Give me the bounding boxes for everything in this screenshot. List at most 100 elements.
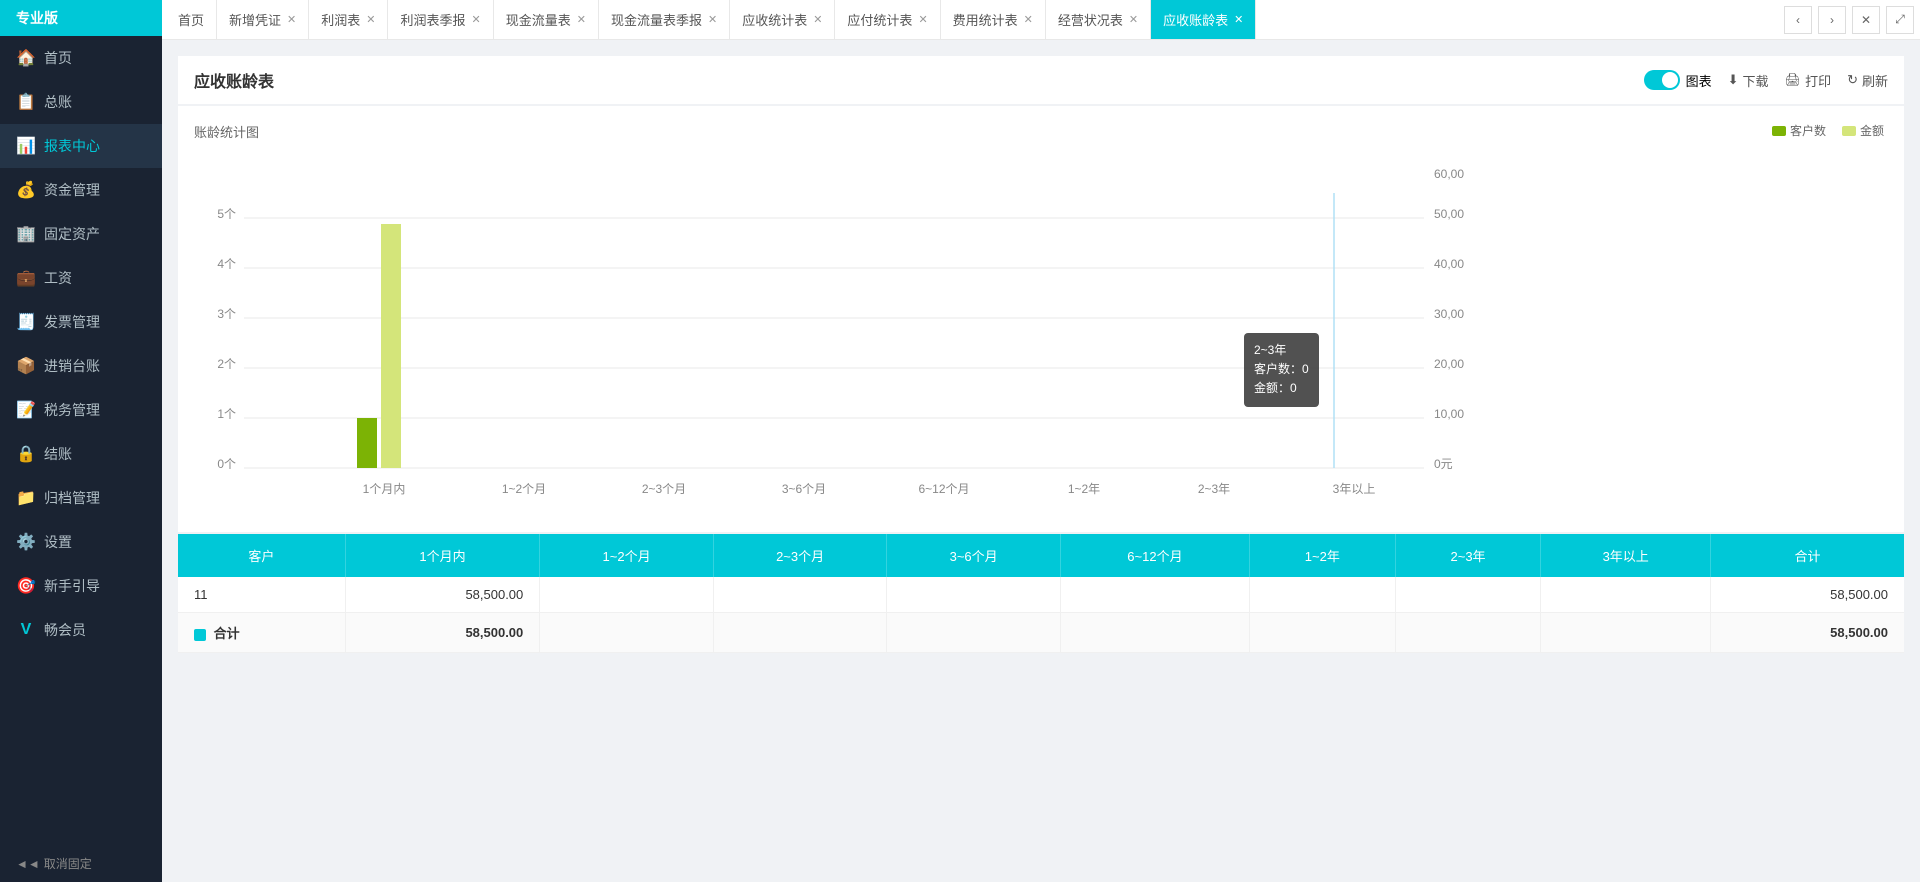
tab-receivable-aging[interactable]: 应收账龄表 ✕ xyxy=(1151,0,1256,40)
sidebar-item-settings[interactable]: ⚙️ 设置 xyxy=(0,520,162,564)
tab-cashflow[interactable]: 现金流量表 ✕ xyxy=(494,0,599,40)
total-month612 xyxy=(1060,613,1249,653)
sidebar-item-guide[interactable]: 🎯 新手引导 xyxy=(0,564,162,608)
tab-expense-stat[interactable]: 费用统计表 ✕ xyxy=(941,0,1046,40)
tab-home[interactable]: 首页 xyxy=(166,0,217,40)
tab-receivable-stat[interactable]: 应收统计表 ✕ xyxy=(730,0,835,40)
sidebar-item-ledger[interactable]: 📋 总账 xyxy=(0,80,162,124)
tab-home-label: 首页 xyxy=(178,10,204,29)
sidebar-item-label: 设置 xyxy=(44,532,72,552)
tab-maximize[interactable]: ⤢ xyxy=(1886,6,1914,34)
sidebar-item-tax[interactable]: 📝 税务管理 xyxy=(0,388,162,432)
tab-profit-quarter-close[interactable]: ✕ xyxy=(472,13,481,26)
sidebar-pin-toggle[interactable]: ◄◄ 取消固定 xyxy=(0,845,162,882)
sidebar-item-funds[interactable]: 💰 资金管理 xyxy=(0,168,162,212)
print-icon: 🖨 xyxy=(1785,72,1802,88)
sidebar-item-salary[interactable]: 💼 工资 xyxy=(0,256,162,300)
closing-icon: 🔒 xyxy=(16,444,36,464)
tab-biz-status-close[interactable]: ✕ xyxy=(1129,13,1138,26)
guide-icon: 🎯 xyxy=(16,576,36,596)
legend-customer: 客户数 xyxy=(1772,122,1826,139)
tab-receivable-aging-label: 应收账龄表 xyxy=(1163,10,1228,29)
sidebar-item-purchase[interactable]: 📦 进销台账 xyxy=(0,344,162,388)
bar-customer-0 xyxy=(357,418,377,468)
chart-toggle-label: 图表 xyxy=(1686,71,1712,90)
svg-text:2个: 2个 xyxy=(217,357,236,371)
svg-text:5个: 5个 xyxy=(217,207,236,221)
tab-nav-prev[interactable]: ‹ xyxy=(1784,6,1812,34)
chart-toggle-switch[interactable] xyxy=(1644,70,1680,90)
sidebar-item-assets[interactable]: 🏢 固定资产 xyxy=(0,212,162,256)
svg-text:0元: 0元 xyxy=(1434,457,1453,471)
col-year23: 2~3年 xyxy=(1395,534,1541,577)
svg-text:1个: 1个 xyxy=(217,407,236,421)
tab-bar: 首页 新增凭证 ✕ 利润表 ✕ 利润表季报 ✕ 现金流量表 ✕ 现金流量表季报 … xyxy=(162,0,1920,40)
tab-receivable-stat-close[interactable]: ✕ xyxy=(813,13,822,26)
sidebar-logo: 专业版 xyxy=(0,0,162,36)
page-content-area: 应收账龄表 图表 ⬇ 下载 🖨 打印 ↻ 刷新 xyxy=(162,40,1920,882)
download-icon: ⬇ xyxy=(1728,72,1739,88)
download-button[interactable]: ⬇ 下载 xyxy=(1728,71,1769,90)
print-button[interactable]: 🖨 打印 xyxy=(1785,71,1832,90)
sidebar-item-closing[interactable]: 🔒 结账 xyxy=(0,432,162,476)
sidebar-item-member[interactable]: V 畅会员 xyxy=(0,608,162,652)
svg-text:4个: 4个 xyxy=(217,257,236,271)
tab-nav-next[interactable]: › xyxy=(1818,6,1846,34)
tab-payable-stat[interactable]: 应付统计表 ✕ xyxy=(835,0,940,40)
col-month612: 6~12个月 xyxy=(1060,534,1249,577)
tab-voucher-close[interactable]: ✕ xyxy=(287,13,296,26)
sidebar-item-label: 资金管理 xyxy=(44,180,100,200)
cell-total: 58,500.00 xyxy=(1711,577,1904,613)
svg-text:1~2年: 1~2年 xyxy=(1068,482,1100,496)
main-content: 首页 新增凭证 ✕ 利润表 ✕ 利润表季报 ✕ 现金流量表 ✕ 现金流量表季报 … xyxy=(162,0,1920,882)
svg-text:1~2个月: 1~2个月 xyxy=(502,482,546,496)
cell-month612 xyxy=(1060,577,1249,613)
total-month23 xyxy=(713,613,887,653)
cell-customer: 11 xyxy=(178,577,345,613)
svg-text:60,000.00元: 60,000.00元 xyxy=(1434,167,1464,181)
cell-year23 xyxy=(1395,577,1541,613)
cell-month12 xyxy=(540,577,714,613)
pin-icon: ◄◄ xyxy=(16,857,40,871)
cell-year3plus xyxy=(1541,577,1711,613)
tab-expense-stat-close[interactable]: ✕ xyxy=(1024,13,1033,26)
page-title: 应收账龄表 xyxy=(194,68,274,92)
svg-text:30,000.00元: 30,000.00元 xyxy=(1434,307,1464,321)
tab-cashflow-label: 现金流量表 xyxy=(506,10,571,29)
tab-cashflow-close[interactable]: ✕ xyxy=(577,13,586,26)
total-year12 xyxy=(1249,613,1395,653)
table-header-row: 客户 1个月内 1~2个月 2~3个月 3~6个月 6~12个月 1~2年 2~… xyxy=(178,534,1904,577)
tab-voucher[interactable]: 新增凭证 ✕ xyxy=(217,0,309,40)
sidebar-item-label: 总账 xyxy=(44,92,72,112)
print-label: 打印 xyxy=(1805,71,1831,90)
svg-text:6~12个月: 6~12个月 xyxy=(918,482,969,496)
refresh-icon: ↻ xyxy=(1847,72,1858,88)
tab-profit-close[interactable]: ✕ xyxy=(366,13,375,26)
tab-cashflow-quarter-close[interactable]: ✕ xyxy=(708,13,717,26)
total-label: 合计 xyxy=(214,626,240,641)
tab-receivable-aging-close[interactable]: ✕ xyxy=(1234,13,1243,26)
tab-cashflow-quarter[interactable]: 现金流量表季报 ✕ xyxy=(599,0,730,40)
sidebar-item-label: 归档管理 xyxy=(44,488,100,508)
sidebar-item-invoice[interactable]: 🧾 发票管理 xyxy=(0,300,162,344)
svg-text:2~3个月: 2~3个月 xyxy=(642,482,686,496)
tab-biz-status[interactable]: 经营状况表 ✕ xyxy=(1046,0,1151,40)
tab-profit[interactable]: 利润表 ✕ xyxy=(309,0,388,40)
chart-toggle[interactable]: 图表 xyxy=(1644,70,1712,90)
legend-amount-color xyxy=(1842,126,1856,136)
refresh-button[interactable]: ↻ 刷新 xyxy=(1847,71,1888,90)
cell-month1: 58,500.00 xyxy=(345,577,539,613)
sidebar-item-label: 工资 xyxy=(44,268,72,288)
col-year3plus: 3年以上 xyxy=(1541,534,1711,577)
reports-icon: 📊 xyxy=(16,136,36,156)
cell-year12 xyxy=(1249,577,1395,613)
sidebar-item-archive[interactable]: 📁 归档管理 xyxy=(0,476,162,520)
sidebar-item-home[interactable]: 🏠 首页 xyxy=(0,36,162,80)
total-month36 xyxy=(887,613,1061,653)
sidebar-item-label: 税务管理 xyxy=(44,400,100,420)
tab-close-all[interactable]: ✕ xyxy=(1852,6,1880,34)
tab-payable-stat-close[interactable]: ✕ xyxy=(918,13,927,26)
svg-text:3~6个月: 3~6个月 xyxy=(782,482,826,496)
sidebar-item-reports[interactable]: 📊 报表中心 xyxy=(0,124,162,168)
tab-profit-quarter[interactable]: 利润表季报 ✕ xyxy=(388,0,493,40)
